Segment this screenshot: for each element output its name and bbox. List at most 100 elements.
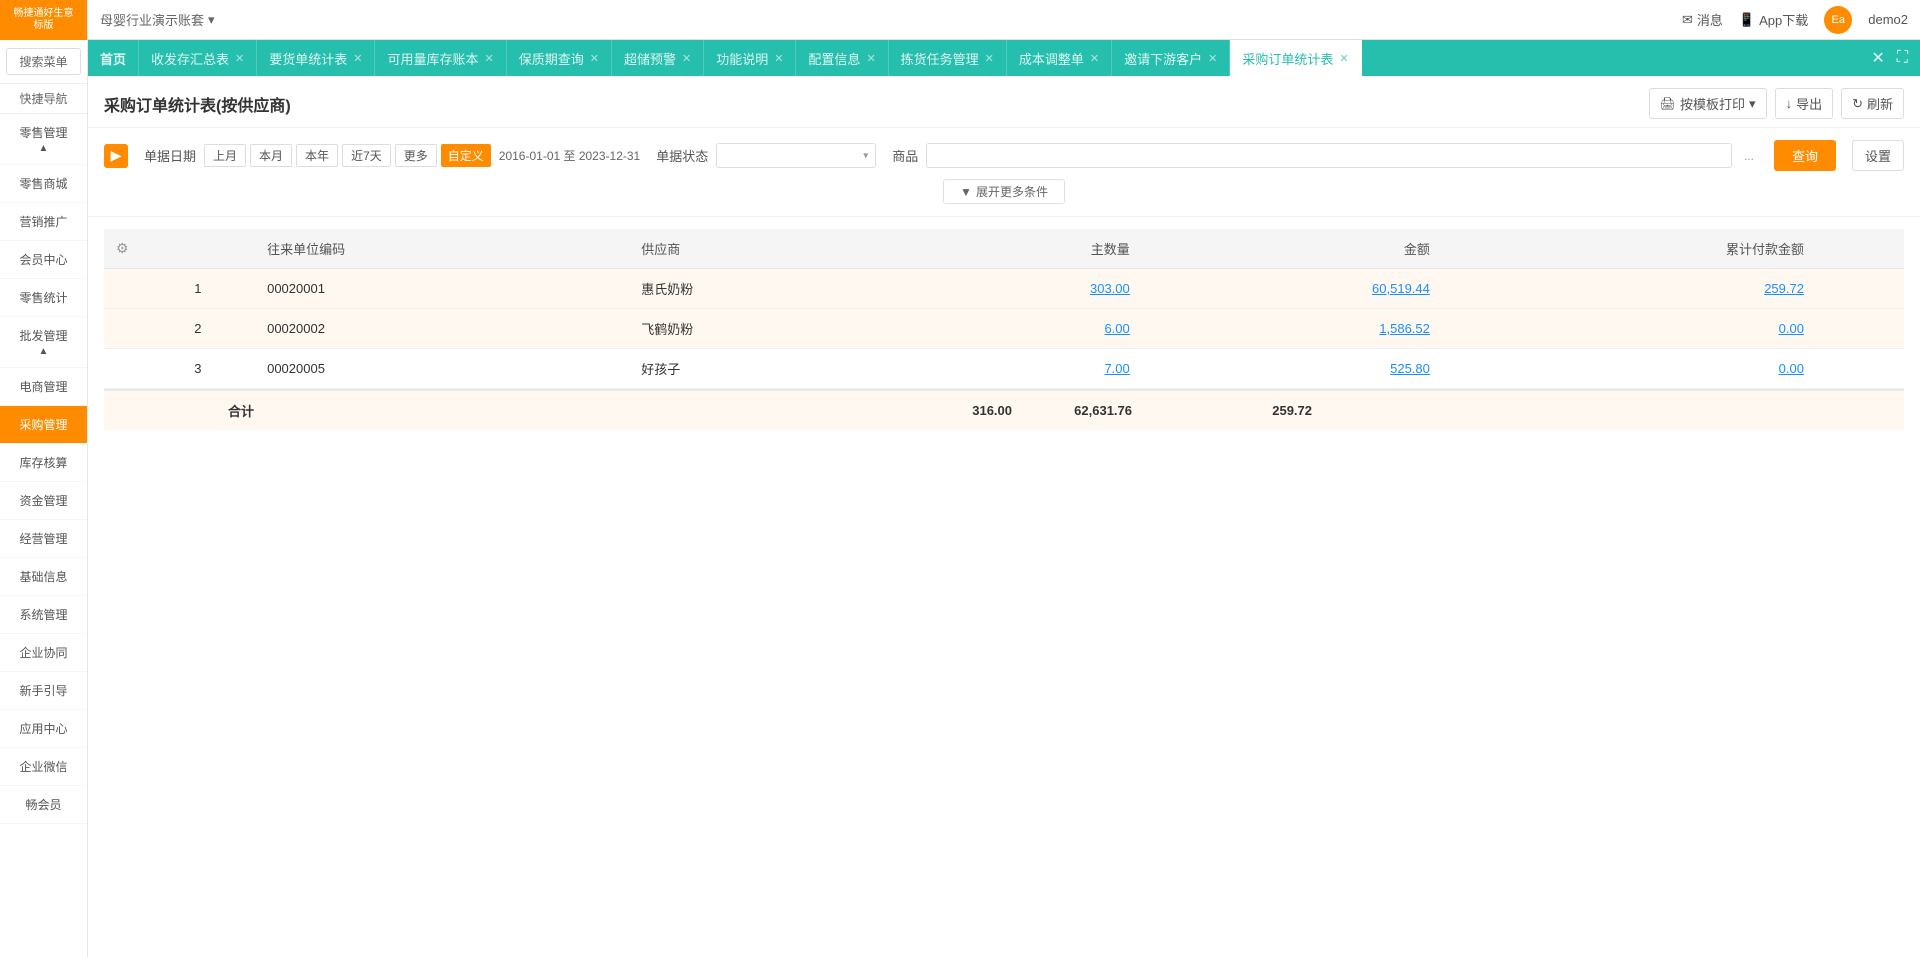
org-selector[interactable]: 母婴行业演示账套 ▾ bbox=[100, 10, 215, 29]
tab-pick-task[interactable]: 拣货任务管理 ✕ bbox=[889, 40, 1007, 76]
refresh-button[interactable]: ↻ 刷新 bbox=[1841, 88, 1904, 119]
page-actions: 🖨 按模板打印 ▾ ↓ 导出 ↻ 刷新 bbox=[1649, 88, 1905, 119]
export-label: 导出 bbox=[1796, 94, 1822, 113]
sidebar-item-enterprise[interactable]: 企业协同 bbox=[0, 634, 87, 672]
more-filters-icon[interactable]: ... bbox=[1740, 147, 1758, 165]
amount-link[interactable]: 60,519.44 bbox=[1372, 281, 1430, 296]
sidebar-item-inventory[interactable]: 库存核算 bbox=[0, 444, 87, 482]
sidebar-item-operations[interactable]: 经营管理 bbox=[0, 520, 87, 558]
sidebar-item-basic-info[interactable]: 基础信息 bbox=[0, 558, 87, 596]
paid-link[interactable]: 0.00 bbox=[1779, 321, 1804, 336]
tab-expiry-query-label: 保质期查询 bbox=[519, 49, 584, 68]
settings-button[interactable]: 设置 bbox=[1852, 140, 1904, 171]
tab-expiry-query[interactable]: 保质期查询 ✕ bbox=[507, 40, 612, 76]
sidebar-item-wechat[interactable]: 企业微信 bbox=[0, 748, 87, 786]
sidebar-item-ecommerce[interactable]: 电商管理 bbox=[0, 368, 87, 406]
tab-purchase-order-stats-close-icon[interactable]: ✕ bbox=[1339, 52, 1348, 65]
tab-recv-send[interactable]: 收发存汇总表 ✕ bbox=[139, 40, 257, 76]
status-select-wrapper: ▾ bbox=[716, 143, 876, 168]
date-opt-7days[interactable]: 近7天 bbox=[342, 144, 391, 167]
sidebar-item-wholesale[interactable]: 批发管理 ▲ bbox=[0, 317, 87, 368]
search-menu-button[interactable]: 搜索菜单 bbox=[6, 48, 81, 75]
column-settings-icon[interactable]: ⚙ bbox=[116, 240, 129, 256]
qty-link[interactable]: 6.00 bbox=[1104, 321, 1129, 336]
sidebar-item-newbie[interactable]: 新手引导 bbox=[0, 672, 87, 710]
date-opt-more[interactable]: 更多 bbox=[395, 144, 437, 167]
th-paid-amount: 累计付款金额 bbox=[1442, 229, 1816, 269]
tab-config-info-label: 配置信息 bbox=[808, 49, 860, 68]
tab-cost-adj-close-icon[interactable]: ✕ bbox=[1090, 52, 1099, 65]
tab-invite-downstream-close-icon[interactable]: ✕ bbox=[1208, 52, 1217, 65]
footer-label: 合计 bbox=[180, 401, 360, 420]
status-select[interactable] bbox=[716, 143, 876, 168]
refresh-icon: ↻ bbox=[1852, 96, 1863, 112]
footer-qty: 316.00 bbox=[916, 403, 1036, 418]
sidebar-item-marketing[interactable]: 营销推广 bbox=[0, 203, 87, 241]
date-opt-this-year[interactable]: 本年 bbox=[296, 144, 338, 167]
date-opt-last-month[interactable]: 上月 bbox=[204, 144, 246, 167]
export-button[interactable]: ↓ 导出 bbox=[1775, 88, 1834, 119]
table-row: 3 00020005 好孩子 7.00 525.80 0.00 bbox=[104, 349, 1904, 389]
expand-more-filters-button[interactable]: ▼ 展开更多条件 bbox=[943, 179, 1065, 204]
quick-nav-button[interactable]: 快捷导航 bbox=[0, 84, 87, 114]
maximize-icon[interactable]: ⛶ bbox=[1893, 49, 1912, 67]
tab-available-inv[interactable]: 可用量库存账本 ✕ bbox=[375, 40, 506, 76]
sidebar-item-label: 资金管理 bbox=[19, 492, 67, 509]
th-unit-code: 往来单位编码 bbox=[255, 229, 629, 269]
app-download-button[interactable]: 📱 App下载 bbox=[1739, 10, 1808, 29]
sidebar-item-purchase[interactable]: 采购管理 bbox=[0, 406, 87, 444]
qty-link[interactable]: 7.00 bbox=[1104, 361, 1129, 376]
print-button[interactable]: 🖨 按模板打印 ▾ bbox=[1649, 88, 1767, 119]
amount-link[interactable]: 1,586.52 bbox=[1379, 321, 1430, 336]
tab-pick-task-close-icon[interactable]: ✕ bbox=[985, 52, 994, 65]
tab-invite-downstream[interactable]: 邀请下游客户 ✕ bbox=[1112, 40, 1230, 76]
tab-config-info-close-icon[interactable]: ✕ bbox=[866, 52, 875, 65]
tab-func-desc-close-icon[interactable]: ✕ bbox=[774, 52, 783, 65]
paid-link[interactable]: 259.72 bbox=[1764, 281, 1804, 296]
topbar-right: ✉ 消息 📱 App下载 Ea demo2 bbox=[1682, 6, 1908, 34]
goods-filter-label: 商品 bbox=[892, 146, 918, 165]
sidebar-item-finance[interactable]: 资金管理 bbox=[0, 482, 87, 520]
sidebar-item-retail-shop[interactable]: 零售商城 bbox=[0, 165, 87, 203]
supplier-cell: 惠氏奶粉 bbox=[629, 269, 908, 309]
row-settings-cell bbox=[104, 309, 141, 349]
filter-toggle-button[interactable]: ▶ bbox=[104, 144, 128, 168]
tab-expiry-query-close-icon[interactable]: ✕ bbox=[590, 52, 599, 65]
paid-amount-cell: 259.72 bbox=[1442, 269, 1816, 309]
date-opt-this-month[interactable]: 本月 bbox=[250, 144, 292, 167]
sidebar-item-system[interactable]: 系统管理 bbox=[0, 596, 87, 634]
goods-filter-group: 商品 ... bbox=[892, 143, 1758, 168]
sidebar-item-member[interactable]: 会员中心 bbox=[0, 241, 87, 279]
tab-home[interactable]: 首页 bbox=[88, 40, 139, 76]
tab-overstock-close-icon[interactable]: ✕ bbox=[682, 52, 691, 65]
tab-cost-adj[interactable]: 成本调整单 ✕ bbox=[1007, 40, 1112, 76]
filter-area: ▶ 单据日期 上月 本月 本年 近7天 更多 自定义 2016-01-01 至 … bbox=[88, 128, 1920, 217]
tab-overstock[interactable]: 超储预警 ✕ bbox=[612, 40, 704, 76]
query-button[interactable]: 查询 bbox=[1774, 140, 1836, 171]
tab-purchase-order-stats[interactable]: 采购订单统计表 ✕ bbox=[1230, 40, 1361, 76]
tab-func-desc[interactable]: 功能说明 ✕ bbox=[704, 40, 796, 76]
tab-demand-stats-close-icon[interactable]: ✕ bbox=[353, 52, 362, 65]
tab-recv-send-close-icon[interactable]: ✕ bbox=[235, 52, 244, 65]
amount-link[interactable]: 525.80 bbox=[1390, 361, 1430, 376]
sidebar-item-label: 企业微信 bbox=[19, 758, 67, 775]
user-name[interactable]: demo2 bbox=[1868, 12, 1908, 27]
paid-link[interactable]: 0.00 bbox=[1779, 361, 1804, 376]
date-custom-badge: 自定义 bbox=[441, 144, 491, 167]
tab-demand-stats[interactable]: 要货单统计表 ✕ bbox=[257, 40, 375, 76]
avatar[interactable]: Ea bbox=[1824, 6, 1852, 34]
footer-paid: 259.72 bbox=[1156, 403, 1336, 418]
sidebar-item-member2[interactable]: 畅会员 bbox=[0, 786, 87, 824]
sidebar-item-app-center[interactable]: 应用中心 bbox=[0, 710, 87, 748]
tab-config-info[interactable]: 配置信息 ✕ bbox=[796, 40, 888, 76]
goods-input[interactable] bbox=[926, 143, 1732, 168]
sidebar-item-retail-mgmt[interactable]: 零售管理 ▲ bbox=[0, 114, 87, 165]
date-filter-group: 单据日期 上月 本月 本年 近7天 更多 自定义 2016-01-01 至 20… bbox=[144, 144, 640, 167]
sidebar-item-retail-stats[interactable]: 零售统计 bbox=[0, 279, 87, 317]
message-button[interactable]: ✉ 消息 bbox=[1682, 10, 1723, 29]
sidebar-item-label: 经营管理 bbox=[19, 530, 67, 547]
amount-cell: 1,586.52 bbox=[1142, 309, 1442, 349]
tab-available-inv-close-icon[interactable]: ✕ bbox=[485, 52, 494, 65]
qty-link[interactable]: 303.00 bbox=[1090, 281, 1130, 296]
close-tab-icon[interactable]: ✕ bbox=[1867, 48, 1888, 68]
